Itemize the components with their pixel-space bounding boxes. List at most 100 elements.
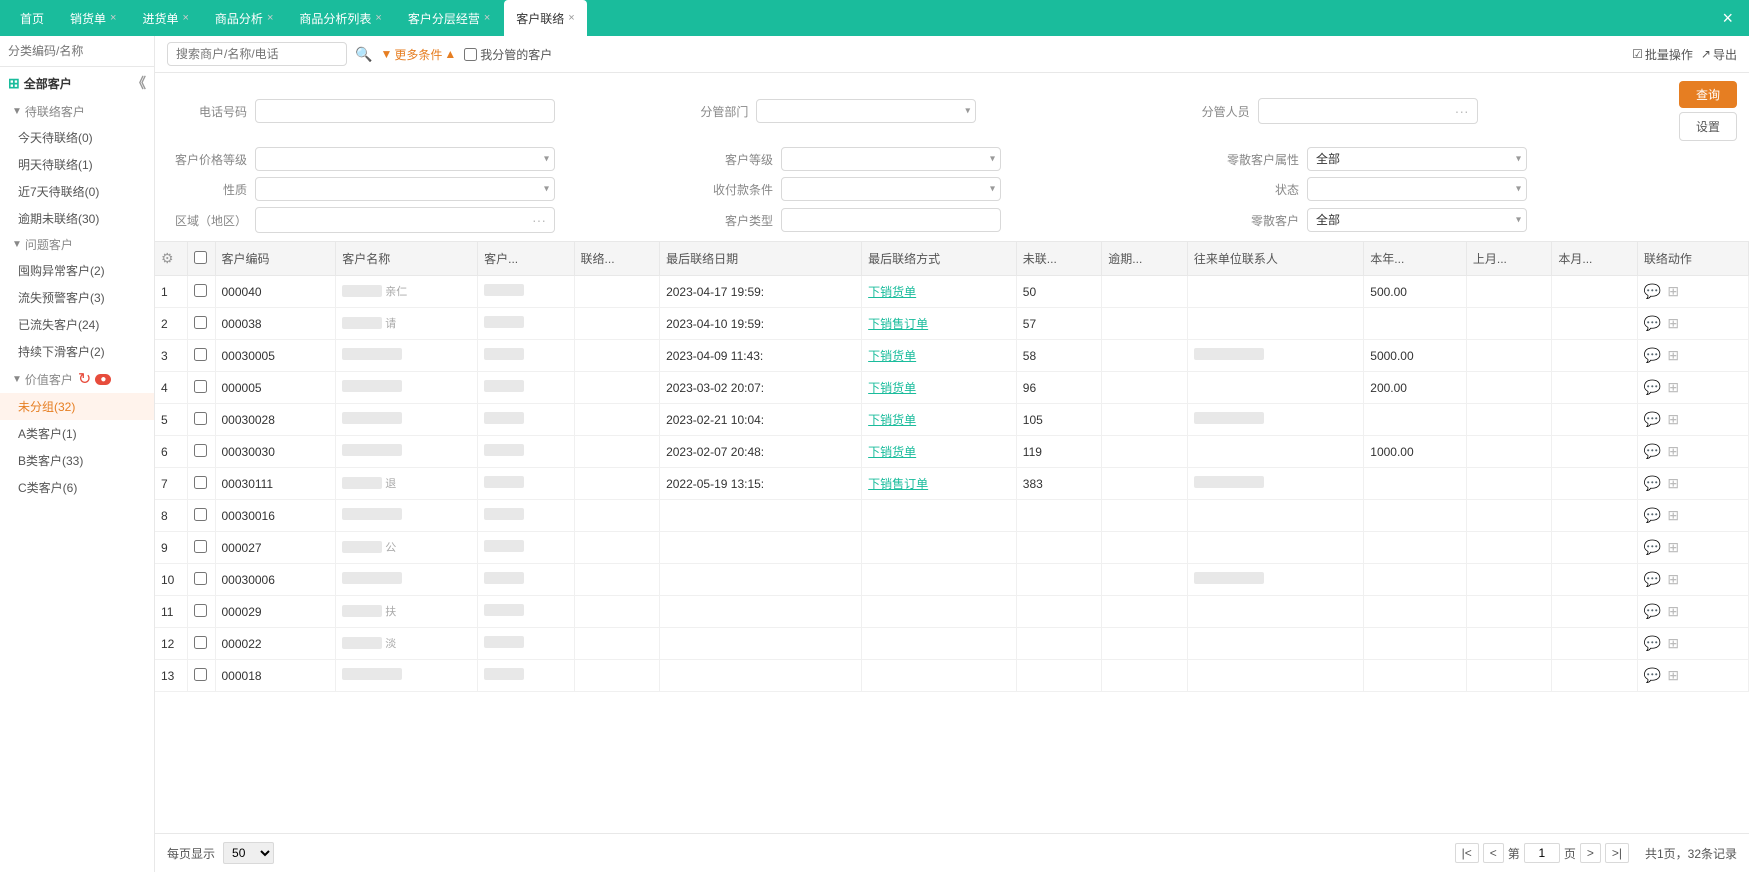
comment-icon[interactable]: 💬 [1644,475,1661,492]
cell-last-way[interactable]: 下销售订单 [862,468,1017,500]
search-input[interactable] [167,42,347,66]
cell-check[interactable] [187,308,215,340]
grid-icon[interactable]: ⊞ [1667,539,1679,556]
close-customer-segment-icon[interactable]: × [484,12,490,24]
cell-last-way[interactable] [862,596,1017,628]
sidebar-item-ungrouped[interactable]: 未分组(32) [0,393,154,420]
sidebar-item-tomorrow[interactable]: 明天待联络(1) [0,151,154,178]
prev-page-btn[interactable]: < [1483,843,1504,863]
comment-icon[interactable]: 💬 [1644,379,1661,396]
last-way-link[interactable]: 下销货单 [868,285,916,299]
cell-last-way[interactable] [862,628,1017,660]
comment-icon[interactable]: 💬 [1644,539,1661,556]
cell-last-way[interactable]: 下销货单 [862,404,1017,436]
cell-check[interactable] [187,628,215,660]
sidebar-item-classC[interactable]: C类客户(6) [0,474,154,501]
dept-select[interactable] [756,99,976,123]
table-check-all[interactable] [194,251,207,264]
tab-purchase[interactable]: 进货单 × [130,0,200,36]
cell-last-way[interactable]: 下销售订单 [862,308,1017,340]
close-product-analysis-icon[interactable]: × [267,12,273,24]
region-dots-icon[interactable]: ··· [532,212,546,228]
sidebar-item-declining[interactable]: 持续下滑客户(2) [0,338,154,365]
grid-icon[interactable]: ⊞ [1667,571,1679,588]
close-sales-icon[interactable]: × [110,12,116,24]
export-btn[interactable]: ↗ 导出 [1701,46,1737,63]
comment-icon[interactable]: 💬 [1644,443,1661,460]
last-page-btn[interactable]: >| [1605,843,1629,863]
customer-level-select[interactable] [781,147,1001,171]
cell-last-way[interactable]: 下销货单 [862,276,1017,308]
my-customers-checkbox-label[interactable]: 我分管的客户 [464,46,552,63]
sidebar-item-7days[interactable]: 近7天待联络(0) [0,178,154,205]
comment-icon[interactable]: 💬 [1644,315,1661,332]
comment-icon[interactable]: 💬 [1644,667,1661,684]
cell-last-way[interactable]: 下销货单 [862,372,1017,404]
grid-icon[interactable]: ⊞ [1667,667,1679,684]
grid-icon[interactable]: ⊞ [1667,603,1679,620]
more-conditions-btn[interactable]: ▼ 更多条件 ▲ [380,46,456,63]
sidebar-item-churn-warning[interactable]: 流失预警客户(3) [0,284,154,311]
refresh-value-icon[interactable]: ↻ [78,369,91,389]
comment-icon[interactable]: 💬 [1644,603,1661,620]
manager-dots-icon[interactable]: ··· [1455,103,1469,119]
phone-input[interactable] [255,99,555,123]
page-input[interactable] [1524,843,1560,863]
my-customers-checkbox[interactable] [464,48,477,61]
price-level-select[interactable] [255,147,555,171]
grid-icon[interactable]: ⊞ [1667,443,1679,460]
tab-home[interactable]: 首页 [8,0,56,36]
batch-op-btn[interactable]: ☑ 批量操作 [1632,46,1693,63]
scattered-attr-select[interactable]: 全部 [1307,147,1527,171]
grid-icon[interactable]: ⊞ [1667,411,1679,428]
cell-check[interactable] [187,532,215,564]
sidebar-item-overdue[interactable]: 逾期未联络(30) [0,205,154,232]
tab-customer-contact[interactable]: 客户联络 × [504,0,586,36]
cell-check[interactable] [187,596,215,628]
last-way-link[interactable]: 下销货单 [868,381,916,395]
comment-icon[interactable]: 💬 [1644,411,1661,428]
sidebar-group-pending[interactable]: ▼ 待联络客户 [0,99,154,124]
customer-type-input[interactable] [781,208,1001,232]
comment-icon[interactable]: 💬 [1644,347,1661,364]
next-page-btn[interactable]: > [1580,843,1601,863]
sidebar-search-input[interactable] [8,44,155,58]
tab-sales[interactable]: 销货单 × [58,0,128,36]
payment-select[interactable] [781,177,1001,201]
last-way-link[interactable]: 下销货单 [868,413,916,427]
last-way-link[interactable]: 下销售订单 [868,477,928,491]
cell-check[interactable] [187,404,215,436]
close-all-tabs-icon[interactable]: × [1714,8,1741,29]
grid-icon[interactable]: ⊞ [1667,315,1679,332]
grid-icon[interactable]: ⊞ [1667,635,1679,652]
scattered-select[interactable]: 全部 [1307,208,1527,232]
cell-last-way[interactable] [862,660,1017,692]
cell-check[interactable] [187,340,215,372]
cell-check[interactable] [187,468,215,500]
sidebar-group-problem[interactable]: ▼ 问题客户 [0,232,154,257]
last-way-link[interactable]: 下销货单 [868,445,916,459]
reset-button[interactable]: 设置 [1679,112,1737,141]
cell-check[interactable] [187,276,215,308]
grid-icon[interactable]: ⊞ [1667,283,1679,300]
per-page-select[interactable]: 50 100 [223,842,274,864]
sidebar-item-classA[interactable]: A类客户(1) [0,420,154,447]
comment-icon[interactable]: 💬 [1644,283,1661,300]
tab-product-analysis[interactable]: 商品分析 × [203,0,285,36]
th-settings[interactable]: ⚙ [155,242,187,276]
collapse-sidebar-icon[interactable]: 《 [132,73,146,93]
comment-icon[interactable]: 💬 [1644,507,1661,524]
cell-check[interactable] [187,372,215,404]
sidebar-item-today[interactable]: 今天待联络(0) [0,124,154,151]
cell-check[interactable] [187,660,215,692]
sidebar-item-classB[interactable]: B类客户(33) [0,447,154,474]
cell-last-way[interactable] [862,500,1017,532]
close-customer-contact-icon[interactable]: × [568,12,574,24]
table-settings-icon[interactable]: ⚙ [161,250,174,266]
cell-last-way[interactable]: 下销货单 [862,340,1017,372]
grid-icon[interactable]: ⊞ [1667,347,1679,364]
cell-check[interactable] [187,564,215,596]
last-way-link[interactable]: 下销货单 [868,349,916,363]
query-button[interactable]: 查询 [1679,81,1737,108]
cell-last-way[interactable] [862,564,1017,596]
